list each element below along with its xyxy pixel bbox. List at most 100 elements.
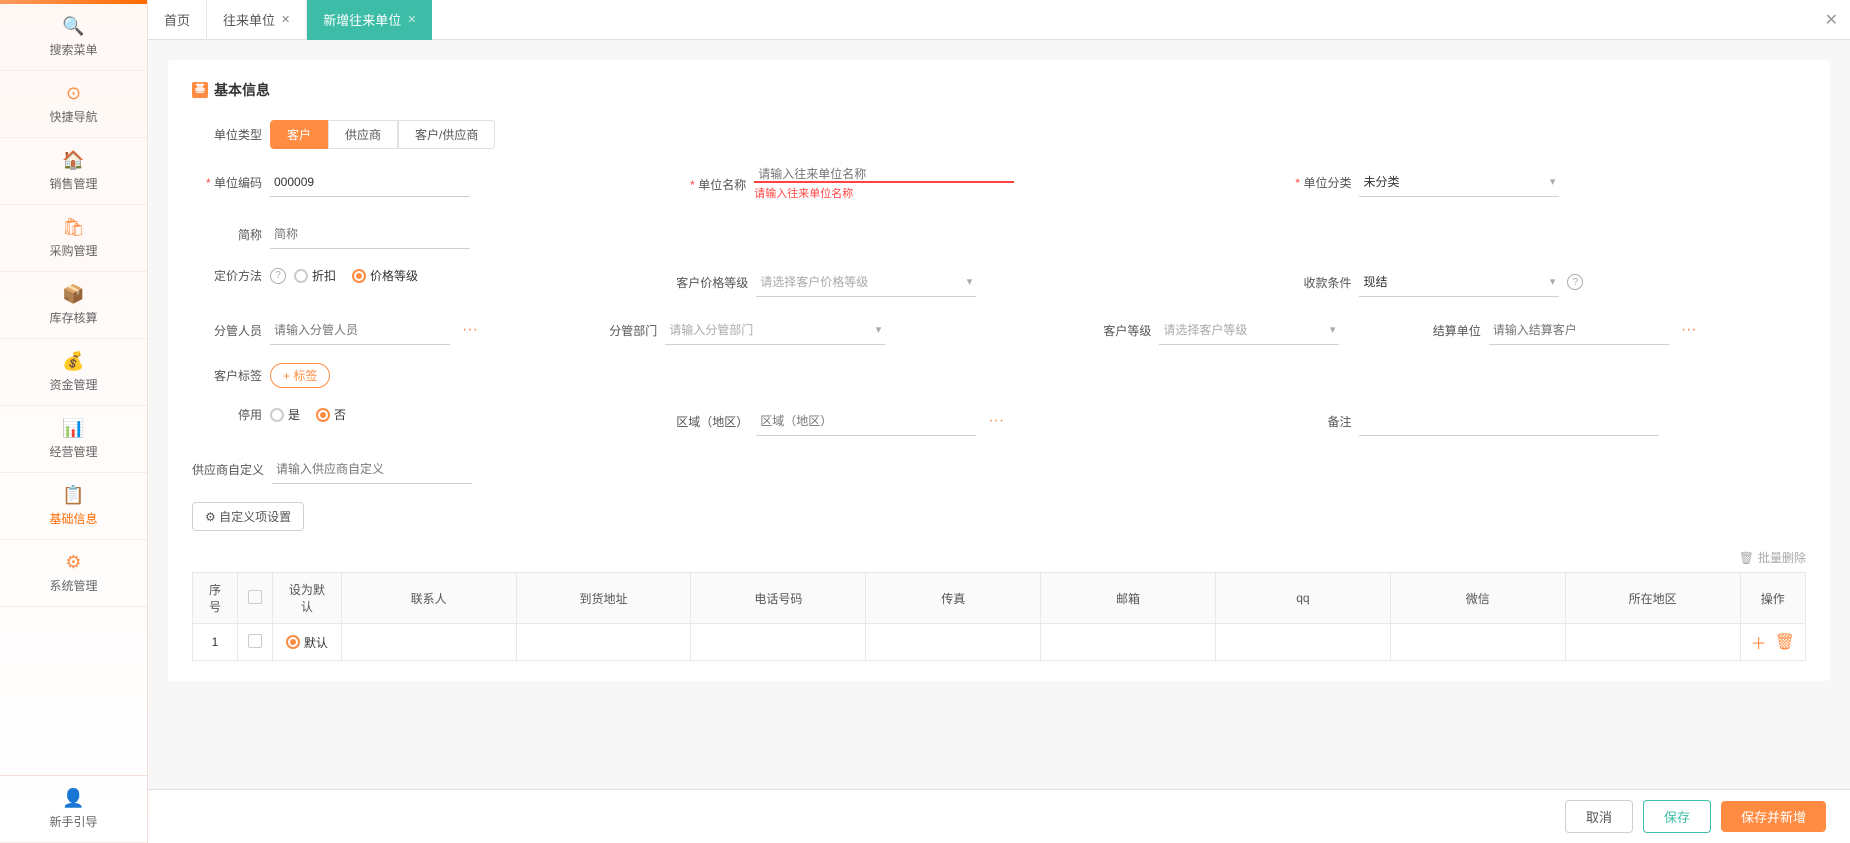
batch-delete-area: 🗑 批量删除 — [192, 543, 1806, 572]
sidebar-item-sales[interactable]: 🏠 销售管理 — [0, 138, 147, 205]
unit-name-input[interactable] — [754, 167, 1014, 183]
radio-disable-yes[interactable]: 是 — [270, 406, 300, 423]
sidebar-item-guide[interactable]: 👤 新手引导 — [0, 775, 147, 843]
cancel-button[interactable]: 取消 — [1565, 800, 1633, 833]
tab-close-all[interactable]: ✕ — [1813, 0, 1850, 40]
sidebar-item-search[interactable]: 🔍 搜索菜单 — [0, 4, 147, 71]
payment-terms-select[interactable]: 现结 ▾ — [1359, 267, 1559, 297]
delete-row-button[interactable]: 🗑 — [1775, 632, 1795, 652]
col-actions: 操作 — [1740, 573, 1805, 624]
system-icon: ⚙ — [65, 552, 81, 573]
qq-input[interactable] — [1226, 635, 1380, 649]
tab-counterparty[interactable]: 往来单位 ✕ — [207, 0, 307, 40]
code-name-category-row: 单位编码 单位名称 请输入往来单位名称 单位分类 未分类 ▾ — [192, 167, 1806, 201]
remark-input[interactable] — [1359, 406, 1659, 436]
add-tag-button[interactable]: + 标签 — [270, 363, 330, 388]
sidebar-item-inventory[interactable]: 📦 库存核算 — [0, 272, 147, 339]
address-input[interactable] — [527, 635, 681, 649]
sidebar-item-system[interactable]: ⚙ 系统管理 — [0, 540, 147, 607]
cell-seq: 1 — [193, 624, 238, 661]
row-checkbox[interactable] — [248, 634, 262, 648]
customer-tag-row: 客户标签 + 标签 — [192, 363, 1806, 388]
sidebar-item-operation[interactable]: 📊 经营管理 — [0, 406, 147, 473]
cell-fax[interactable] — [866, 624, 1041, 661]
col-region: 所在地区 — [1565, 573, 1740, 624]
region-table-input[interactable] — [1576, 635, 1730, 649]
contact-input[interactable] — [352, 635, 506, 649]
form-card: 基 基本信息 单位类型 客户 供应商 客户/供应商 单位编码 — [168, 60, 1830, 681]
customer-level-select[interactable]: 请选择客户等级 ▾ — [1159, 315, 1339, 345]
region-group: 区域（地区） ··· — [676, 406, 1281, 436]
content-area: 基 基本信息 单位类型 客户 供应商 客户/供应商 单位编码 — [148, 40, 1850, 789]
btn-customer[interactable]: 客户 — [270, 120, 328, 149]
tab-counterparty-close[interactable]: ✕ — [281, 13, 290, 26]
settlement-unit-dots[interactable]: ··· — [1677, 321, 1701, 339]
customer-level-chevron: ▾ — [1330, 323, 1336, 336]
pricing-help-icon[interactable]: ? — [270, 268, 286, 284]
sidebar-item-purchase[interactable]: 🛍 采购管理 — [0, 205, 147, 272]
tab-home-label: 首页 — [164, 10, 190, 29]
btn-both[interactable]: 客户/供应商 — [398, 120, 495, 149]
save-new-button[interactable]: 保存并新增 — [1721, 801, 1826, 832]
customer-price-level-label: 客户价格等级 — [676, 274, 748, 291]
cell-qq[interactable] — [1215, 624, 1390, 661]
sidebar-item-label: 经营管理 — [49, 443, 97, 460]
radio-disable-yes-circle — [270, 408, 284, 422]
email-input[interactable] — [1051, 635, 1205, 649]
batch-delete-label[interactable]: 批量删除 — [1758, 549, 1806, 566]
save-button[interactable]: 保存 — [1643, 800, 1711, 833]
cell-wechat[interactable] — [1390, 624, 1565, 661]
cell-contact[interactable] — [341, 624, 516, 661]
radio-discount[interactable]: 折扣 — [294, 267, 336, 284]
wechat-input[interactable] — [1401, 635, 1555, 649]
supplier-custom-input[interactable] — [272, 454, 472, 484]
radio-price-level-circle — [352, 269, 366, 283]
add-row-button[interactable]: ＋ — [1751, 630, 1767, 654]
manager-dots[interactable]: ··· — [458, 321, 482, 339]
manager-group: 分管人员 ··· — [192, 315, 587, 345]
region-label: 区域（地区） — [676, 413, 748, 430]
unit-code-input[interactable] — [270, 167, 470, 197]
sidebar-item-basic-info[interactable]: 📋 基础信息 — [0, 473, 147, 540]
remark-group: 备注 — [1281, 406, 1806, 436]
disable-group: 停用 是 否 — [192, 406, 676, 423]
radio-disable-no[interactable]: 否 — [316, 406, 346, 423]
cell-phone[interactable] — [691, 624, 866, 661]
department-select[interactable]: 请输入分管部门 ▾ — [665, 315, 885, 345]
unit-name-wrap: 请输入往来单位名称 — [754, 167, 1281, 201]
region-input[interactable] — [756, 406, 976, 436]
col-contact: 联系人 — [341, 573, 516, 624]
custom-settings-button[interactable]: ⚙ 自定义项设置 — [192, 502, 304, 531]
region-dots[interactable]: ··· — [984, 412, 1008, 430]
contacts-table: 序号 设为默认 联系人 到货地址 电话号码 传真 邮箱 qq 微信 所在地区 — [192, 572, 1806, 661]
tab-new-counterparty-close[interactable]: ✕ — [407, 13, 416, 26]
supplier-custom-group: 供应商自定义 — [192, 454, 1806, 484]
col-default: 设为默认 — [272, 573, 341, 624]
tab-new-counterparty[interactable]: 新增往来单位 ✕ — [307, 0, 432, 40]
unit-category-select[interactable]: 未分类 ▾ — [1359, 167, 1559, 197]
payment-terms-help-icon[interactable]: ? — [1567, 274, 1583, 290]
settlement-unit-input[interactable] — [1489, 315, 1669, 345]
manager-input[interactable] — [270, 315, 450, 345]
phone-input[interactable] — [701, 635, 855, 649]
cell-region[interactable] — [1565, 624, 1740, 661]
table-select-all[interactable] — [248, 590, 262, 604]
btn-supplier[interactable]: 供应商 — [328, 120, 398, 149]
tab-home[interactable]: 首页 — [148, 0, 207, 40]
col-address: 到货地址 — [516, 573, 691, 624]
section-title-text: 基本信息 — [214, 80, 270, 100]
cell-email[interactable] — [1041, 624, 1216, 661]
cell-address[interactable] — [516, 624, 691, 661]
sidebar-item-finance[interactable]: 💰 资金管理 — [0, 339, 147, 406]
cell-default-radio[interactable]: 默认 — [283, 634, 331, 651]
short-name-input[interactable] — [270, 219, 470, 249]
radio-price-level[interactable]: 价格等级 — [352, 267, 418, 284]
radio-disable-no-label: 否 — [334, 406, 346, 423]
sidebar-item-quick-nav[interactable]: ⊙ 快捷导航 — [0, 71, 147, 138]
col-qq: qq — [1215, 573, 1390, 624]
col-seq: 序号 — [193, 573, 238, 624]
unit-type-label: 单位类型 — [192, 126, 262, 143]
fax-input[interactable] — [876, 635, 1030, 649]
purchase-icon: 🛍 — [62, 217, 85, 238]
customer-price-level-select[interactable]: 请选择客户价格等级 ▾ — [756, 267, 976, 297]
